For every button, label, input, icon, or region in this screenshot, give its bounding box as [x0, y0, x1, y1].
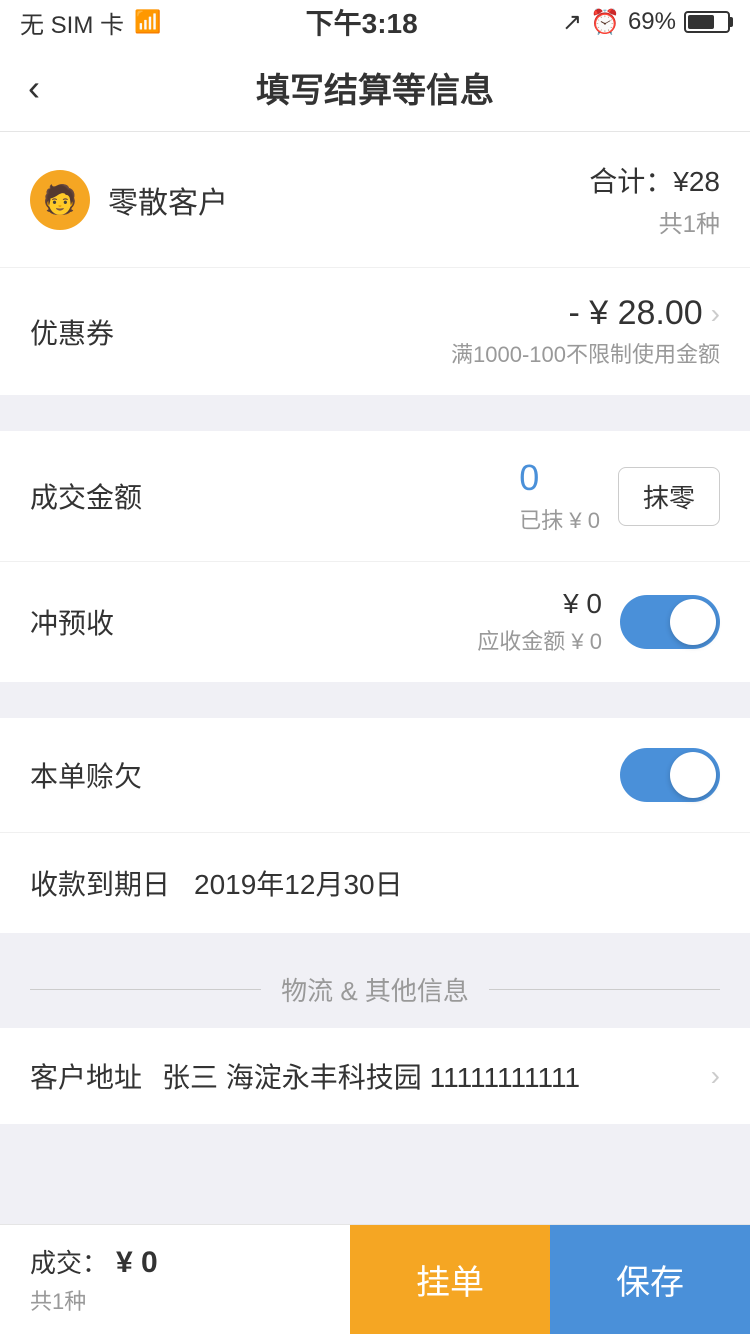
battery-fill [688, 15, 714, 29]
back-button[interactable]: ‹ [28, 67, 40, 109]
address-chevron-icon: › [711, 1060, 720, 1092]
header-line-right [489, 989, 720, 990]
battery-bar [684, 11, 730, 33]
due-date-value: 2019年12月30日 [194, 863, 403, 903]
bottom-bar: 成交： ¥ 0 共1种 挂单 保存 [0, 1224, 750, 1334]
bottom-deal-label: 成交： [30, 1243, 108, 1280]
debt-label: 本单赊欠 [30, 755, 142, 795]
debt-row: 本单赊欠 [0, 718, 750, 832]
transaction-sub: 已抹 ¥ 0 [519, 503, 600, 535]
transaction-label: 成交金额 [30, 476, 142, 516]
customer-row: 🧑 零散客户 合计：¥28 共1种 [0, 132, 750, 267]
divider-1 [0, 413, 750, 431]
coupon-row[interactable]: 优惠券 - ¥ 28.00 › 满1000-100不限制使用金额 [0, 267, 750, 395]
logistics-label: 物流 & 其他信息 [261, 971, 489, 1008]
prepay-right: ¥ 0 应收金额 ¥ 0 [477, 588, 720, 656]
alarm-icon: ⏰ [590, 8, 620, 37]
debt-section: 本单赊欠 收款到期日 2019年12月30日 [0, 718, 750, 933]
coupon-amount: - ¥ 28.00 [568, 294, 702, 333]
prepay-sub: 应收金额 ¥ 0 [477, 624, 602, 656]
prepay-values: ¥ 0 应收金额 ¥ 0 [477, 588, 602, 656]
customer-name: 零散客户 [108, 178, 228, 222]
status-left: 无 SIM 卡 📶 [20, 5, 161, 40]
status-right: ↗ ⏰ 69% [562, 8, 730, 37]
bottom-deal-amount: ¥ 0 [116, 1246, 158, 1280]
customer-left: 🧑 零散客户 [30, 170, 228, 230]
total-count: 共1种 [589, 204, 720, 239]
header-line-left [30, 989, 261, 990]
prepay-amount: ¥ 0 [477, 588, 602, 620]
bottom-info: 成交： ¥ 0 共1种 [0, 1243, 350, 1316]
chevron-right-icon: › [711, 298, 720, 330]
avatar: 🧑 [30, 170, 90, 230]
coupon-right: - ¥ 28.00 › 满1000-100不限制使用金额 [451, 294, 720, 369]
save-button[interactable]: 保存 [550, 1225, 750, 1334]
carrier-label: 无 SIM 卡 [20, 5, 124, 40]
round-button[interactable]: 抹零 [618, 467, 720, 526]
due-date-label: 收款到期日 [30, 863, 170, 903]
bottom-count: 共1种 [30, 1284, 320, 1316]
battery-label: 69% [628, 8, 676, 36]
location-icon: ↗ [562, 8, 582, 37]
toggle-knob [670, 599, 716, 645]
prepay-toggle[interactable] [620, 595, 720, 649]
logistics-header: 物流 & 其他信息 [0, 951, 750, 1028]
customer-right: 合计：¥28 共1种 [589, 160, 720, 239]
address-section: 客户地址 张三 海淀永丰科技园 11111111111 › [0, 1028, 750, 1124]
address-row[interactable]: 客户地址 张三 海淀永丰科技园 11111111111 › [0, 1028, 750, 1124]
wifi-icon: 📶 [134, 9, 161, 35]
transaction-right: 0 已抹 ¥ 0 抹零 [519, 457, 720, 535]
status-bar: 无 SIM 卡 📶 下午3:18 ↗ ⏰ 69% [0, 0, 750, 44]
total-amount: 合计：¥28 [589, 160, 720, 200]
transaction-section: 成交金额 0 已抹 ¥ 0 抹零 冲预收 ¥ 0 应收金额 ¥ 0 [0, 431, 750, 682]
divider-2 [0, 700, 750, 718]
hang-button[interactable]: 挂单 [350, 1225, 550, 1334]
address-left: 客户地址 张三 海淀永丰科技园 11111111111 [30, 1056, 580, 1096]
page-title: 填写结算等信息 [256, 63, 494, 112]
coupon-label: 优惠券 [30, 312, 114, 352]
address-label: 客户地址 [30, 1056, 142, 1096]
transaction-row: 成交金额 0 已抹 ¥ 0 抹零 [0, 431, 750, 562]
due-date-row: 收款到期日 2019年12月30日 [0, 832, 750, 933]
coupon-description: 满1000-100不限制使用金额 [451, 337, 720, 369]
address-value: 张三 海淀永丰科技园 11111111111 [162, 1056, 580, 1096]
prepay-label: 冲预收 [30, 602, 114, 642]
customer-section: 🧑 零散客户 合计：¥28 共1种 优惠券 - ¥ 28.00 › 满1000-… [0, 132, 750, 395]
status-time: 下午3:18 [306, 2, 418, 42]
debt-toggle-knob [670, 752, 716, 798]
prepay-row: 冲预收 ¥ 0 应收金额 ¥ 0 [0, 562, 750, 682]
nav-bar: ‹ 填写结算等信息 [0, 44, 750, 132]
transaction-amount: 0 [519, 457, 539, 498]
debt-toggle[interactable] [620, 748, 720, 802]
